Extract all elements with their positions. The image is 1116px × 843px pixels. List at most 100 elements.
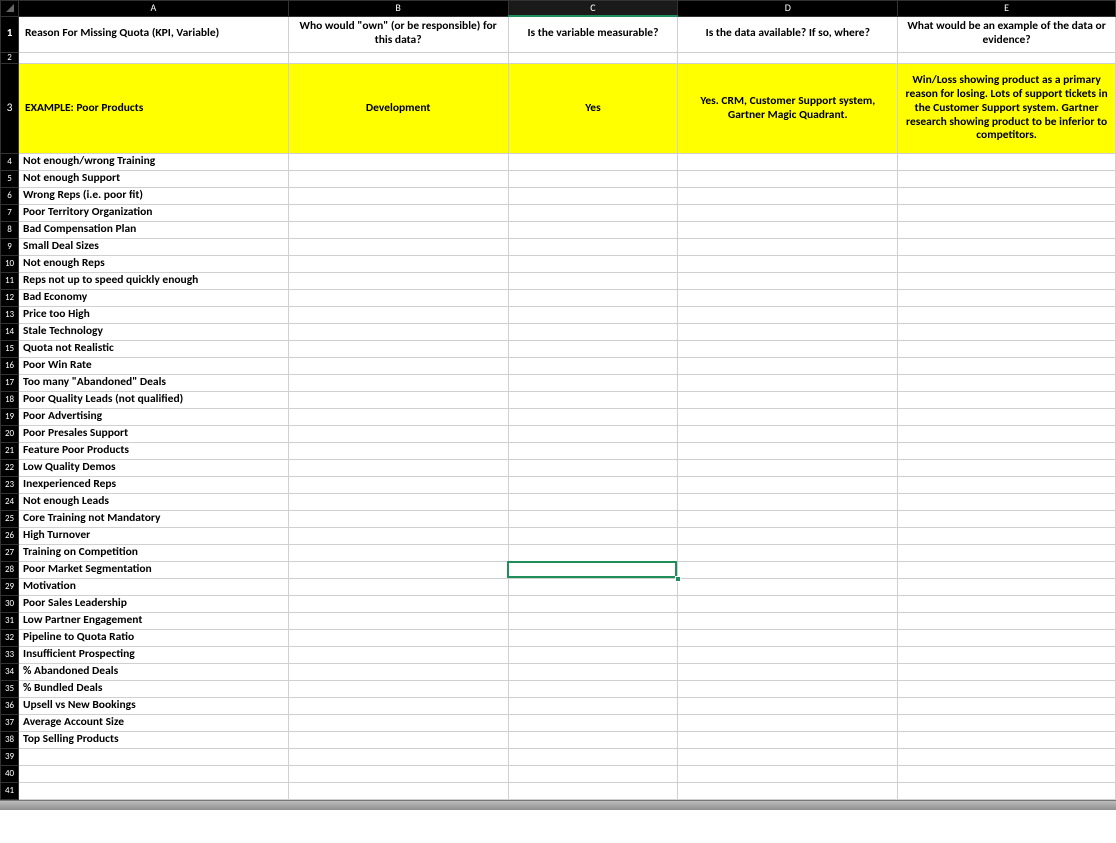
cell[interactable] [288, 273, 508, 290]
row-header[interactable]: 11 [1, 273, 19, 290]
cell[interactable] [678, 290, 898, 307]
cell[interactable] [898, 749, 1116, 766]
cell[interactable] [508, 528, 678, 545]
cell[interactable] [288, 613, 508, 630]
cell[interactable]: Reps not up to speed quickly enough [19, 273, 289, 290]
cell[interactable] [898, 273, 1116, 290]
cell[interactable] [288, 358, 508, 375]
cell[interactable] [898, 715, 1116, 732]
cell[interactable] [898, 460, 1116, 477]
cell[interactable]: Too many "Abandoned" Deals [19, 375, 289, 392]
row-header[interactable]: 16 [1, 358, 19, 375]
cell[interactable] [898, 511, 1116, 528]
cell[interactable] [288, 647, 508, 664]
row-header[interactable]: 37 [1, 715, 19, 732]
cell[interactable] [898, 630, 1116, 647]
cell[interactable] [288, 205, 508, 222]
col-header-D[interactable]: D [678, 1, 898, 17]
cell[interactable] [898, 205, 1116, 222]
cell[interactable] [678, 698, 898, 715]
cell[interactable] [678, 426, 898, 443]
cell[interactable] [678, 511, 898, 528]
cell[interactable] [678, 630, 898, 647]
cell[interactable] [288, 409, 508, 426]
row-header[interactable]: 6 [1, 188, 19, 205]
cell[interactable] [288, 307, 508, 324]
cell[interactable] [288, 477, 508, 494]
row-header[interactable]: 39 [1, 749, 19, 766]
cell[interactable] [508, 409, 678, 426]
cell[interactable]: Average Account Size [19, 715, 289, 732]
cell[interactable] [898, 222, 1116, 239]
cell[interactable] [898, 681, 1116, 698]
cell[interactable] [898, 494, 1116, 511]
cell[interactable]: Poor Market Segmentation [19, 562, 289, 579]
row-header[interactable]: 24 [1, 494, 19, 511]
cell[interactable] [678, 188, 898, 205]
cell[interactable] [508, 477, 678, 494]
row-header[interactable]: 1 [1, 16, 19, 52]
cell[interactable] [678, 273, 898, 290]
cell[interactable]: Poor Win Rate [19, 358, 289, 375]
col-header-A[interactable]: A [19, 1, 289, 17]
cell[interactable] [898, 409, 1116, 426]
cell[interactable] [898, 766, 1116, 783]
cell[interactable] [898, 698, 1116, 715]
cell[interactable]: Development [288, 64, 508, 154]
cell[interactable] [508, 222, 678, 239]
cell[interactable] [678, 358, 898, 375]
cell[interactable] [288, 562, 508, 579]
row-header[interactable]: 20 [1, 426, 19, 443]
row-header[interactable]: 35 [1, 681, 19, 698]
cell[interactable] [678, 307, 898, 324]
cell[interactable]: Low Quality Demos [19, 460, 289, 477]
cell[interactable]: Who would "own" (or be responsible) for … [288, 16, 508, 52]
cell[interactable] [508, 324, 678, 341]
select-all-corner[interactable] [1, 1, 19, 17]
cell[interactable] [508, 171, 678, 188]
cell[interactable] [508, 698, 678, 715]
cell[interactable] [678, 409, 898, 426]
cell[interactable] [678, 154, 898, 171]
row-header[interactable]: 36 [1, 698, 19, 715]
cell[interactable] [288, 188, 508, 205]
cell[interactable] [19, 749, 289, 766]
row-header[interactable]: 15 [1, 341, 19, 358]
cell[interactable] [678, 545, 898, 562]
col-header-B[interactable]: B [288, 1, 508, 17]
cell[interactable] [508, 358, 678, 375]
row-header[interactable]: 3 [1, 64, 19, 154]
row-header[interactable]: 30 [1, 596, 19, 613]
cell[interactable] [508, 681, 678, 698]
cell[interactable] [508, 154, 678, 171]
cell[interactable]: Pipeline to Quota Ratio [19, 630, 289, 647]
bottom-scrollbar[interactable] [0, 800, 1116, 810]
cell[interactable]: Poor Territory Organization [19, 205, 289, 222]
row-header[interactable]: 32 [1, 630, 19, 647]
cell[interactable] [678, 579, 898, 596]
cell[interactable] [898, 579, 1116, 596]
cell[interactable] [678, 52, 898, 64]
cell[interactable] [508, 290, 678, 307]
col-header-C[interactable]: C [508, 1, 678, 17]
row-header[interactable]: 28 [1, 562, 19, 579]
cell[interactable] [898, 647, 1116, 664]
cell[interactable] [678, 222, 898, 239]
cell[interactable] [288, 460, 508, 477]
row-header[interactable]: 31 [1, 613, 19, 630]
cell[interactable] [288, 324, 508, 341]
cell[interactable] [288, 341, 508, 358]
cell[interactable] [508, 613, 678, 630]
cell[interactable] [678, 375, 898, 392]
cell[interactable] [288, 749, 508, 766]
cell[interactable]: Quota not Realistic [19, 341, 289, 358]
cell[interactable] [508, 562, 678, 579]
row-header[interactable]: 29 [1, 579, 19, 596]
cell[interactable]: Motivation [19, 579, 289, 596]
cell[interactable]: Poor Advertising [19, 409, 289, 426]
cell[interactable]: Poor Sales Leadership [19, 596, 289, 613]
cell[interactable] [19, 783, 289, 800]
cell[interactable] [678, 443, 898, 460]
cell[interactable] [678, 613, 898, 630]
cell[interactable] [19, 766, 289, 783]
